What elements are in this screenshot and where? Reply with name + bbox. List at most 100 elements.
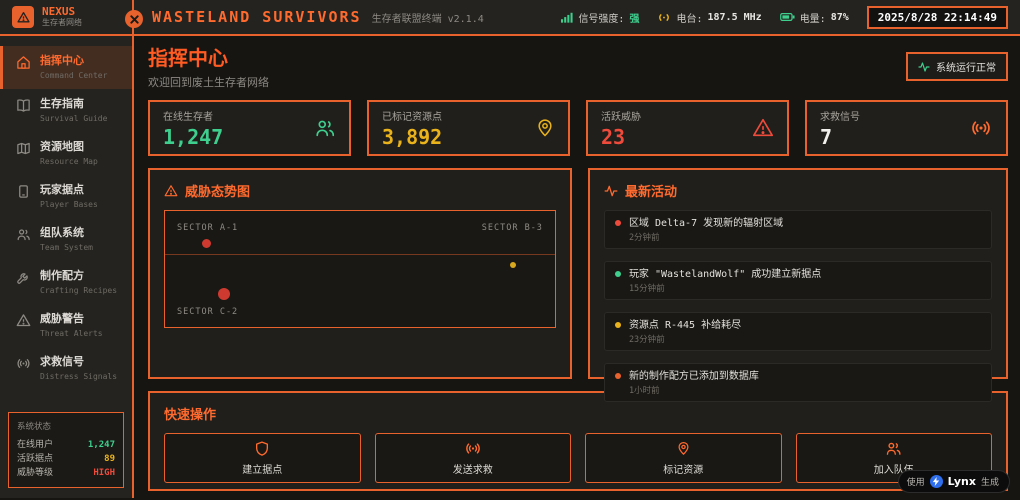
map-gridline xyxy=(165,253,555,255)
clock-display: 2025/8/28 22:14:49 xyxy=(866,5,1008,29)
sidebar-item-player-bases[interactable]: 玩家据点 Player Bases xyxy=(0,175,132,218)
sidebar-item-sublabel: Threat Alerts xyxy=(40,329,103,338)
status-value: HIGH xyxy=(93,468,115,478)
sidebar-item-command-center[interactable]: 指挥中心 Command Center xyxy=(0,46,132,89)
status-value: 1,247 xyxy=(87,440,115,450)
sidebar-item-team-system[interactable]: 组队系统 Team System xyxy=(0,218,132,261)
top-bar: NEXUS 生存者网络 WASTELAND SURVIVORS 生存者联盟终端 … xyxy=(0,0,1020,36)
system-ok-label: 系统运行正常 xyxy=(936,63,996,74)
stat-card-marked-resources[interactable]: 已标记资源点 3,892 xyxy=(367,100,570,156)
broadcast-icon xyxy=(464,440,482,457)
activity-text: 区域 Delta-7 发现新的辐射区域 xyxy=(628,218,784,229)
signal-bars-icon xyxy=(561,12,574,23)
base-building-icon xyxy=(16,184,31,199)
stat-card-active-threats[interactable]: 活跃威胁 23 xyxy=(586,100,789,156)
status-row-active-bases: 活跃据点 89 xyxy=(17,452,115,466)
broadcast-icon xyxy=(969,117,993,139)
activity-dot xyxy=(614,373,621,379)
sidebar-item-sublabel: Command Center xyxy=(40,71,108,80)
activity-text: 资源点 R-445 补给耗尽 xyxy=(628,320,742,331)
stat-card-distress-signals[interactable]: 求救信号 7 xyxy=(805,100,1008,156)
stat-value: 23 xyxy=(601,125,626,149)
battery-icon xyxy=(779,13,795,21)
sidebar-item-label: 组队系统 xyxy=(40,226,84,239)
broadcast-icon xyxy=(16,356,31,371)
sidebar-item-sublabel: Crafting Recipes xyxy=(40,286,118,295)
activity-dot xyxy=(614,322,621,328)
status-label: 威胁等级 xyxy=(17,468,54,478)
activity-time: 1小时前 xyxy=(628,386,660,396)
send-distress-button[interactable]: 发送求救 xyxy=(374,433,571,483)
threat-map[interactable]: SECTOR A-1 SECTOR B-3 SECTOR C-2 xyxy=(164,210,556,328)
users-icon xyxy=(16,227,31,242)
activity-item[interactable]: 资源点 R-445 补给耗尽 23分钟前 xyxy=(603,312,992,351)
stat-label: 在线生存者 xyxy=(163,112,213,123)
sidebar-collapse-button[interactable] xyxy=(125,10,143,28)
pulse-icon xyxy=(918,61,930,73)
badge-suffix: 生成 xyxy=(980,478,999,488)
threat-map-panel: 威胁态势图 SECTOR A-1 SECTOR B-3 SECTOR C-2 xyxy=(148,168,572,379)
status-label: 活跃据点 xyxy=(17,454,54,464)
warning-triangle-icon xyxy=(752,117,774,139)
shield-icon xyxy=(254,440,270,457)
system-ok-button[interactable]: 系统运行正常 xyxy=(906,52,1008,81)
quick-action-label: 标记资源 xyxy=(663,465,704,476)
activity-time: 2分钟前 xyxy=(628,233,660,243)
stat-card-online-survivors[interactable]: 在线生存者 1,247 xyxy=(148,100,351,156)
quick-actions-title: 快速操作 xyxy=(164,408,217,423)
sidebar-item-threat-alerts[interactable]: 威胁警告 Threat Alerts xyxy=(0,304,132,347)
sidebar-item-label: 资源地图 xyxy=(40,140,84,153)
lynx-generator-badge[interactable]: 使用 Lynx 生成 xyxy=(897,470,1010,493)
warning-triangle-icon xyxy=(164,184,178,198)
warning-triangle-icon xyxy=(16,313,31,328)
status-label: 在线用户 xyxy=(17,440,54,450)
sector-label: SECTOR A-1 xyxy=(177,223,239,233)
stat-value: 7 xyxy=(820,125,833,149)
build-base-button[interactable]: 建立据点 xyxy=(164,433,361,483)
sidebar-item-crafting-recipes[interactable]: 制作配方 Crafting Recipes xyxy=(0,261,132,304)
activity-item[interactable]: 区域 Delta-7 发现新的辐射区域 2分钟前 xyxy=(603,210,992,249)
activity-dot xyxy=(614,220,621,226)
threat-dot[interactable] xyxy=(217,287,230,300)
sidebar-item-label: 指挥中心 xyxy=(40,54,84,67)
sidebar-item-sublabel: Player Bases xyxy=(40,200,98,209)
app-title: WASTELAND SURVIVORS xyxy=(152,8,362,26)
warning-triangle-icon xyxy=(16,11,30,22)
status-value: 89 xyxy=(104,454,115,464)
brand-block: NEXUS 生存者网络 xyxy=(0,0,134,34)
sidebar-item-survival-guide[interactable]: 生存指南 Survival Guide xyxy=(0,89,132,132)
sidebar-item-sublabel: Survival Guide xyxy=(40,114,108,123)
activity-panel: 最新活动 区域 Delta-7 发现新的辐射区域 2分钟前 玩家 "Wastel… xyxy=(587,168,1008,402)
quick-actions-panel: 快速操作 建立据点 发送求救 标记资源 加入队伍 xyxy=(148,391,1008,491)
home-icon xyxy=(16,55,31,70)
badge-prefix: 使用 xyxy=(906,478,925,488)
close-icon xyxy=(129,14,139,24)
activity-item[interactable]: 新的制作配方已添加到数据库 1小时前 xyxy=(603,363,992,402)
activity-time: 15分钟前 xyxy=(628,284,665,294)
sidebar-nav: 指挥中心 Command Center 生存指南 Survival Guide … xyxy=(0,36,134,498)
pulse-icon xyxy=(604,184,618,198)
system-status-title: 系统状态 xyxy=(17,422,52,432)
threat-dot[interactable] xyxy=(202,238,212,248)
brand-subtitle: 生存者网络 xyxy=(42,18,82,27)
sector-label: SECTOR B-3 xyxy=(481,223,543,233)
radio-waves-icon xyxy=(659,13,670,21)
sidebar-item-distress-signals[interactable]: 求救信号 Distress Signals xyxy=(0,347,132,390)
book-icon xyxy=(16,98,31,113)
sidebar-item-label: 威胁警告 xyxy=(40,312,84,325)
battery-status: 电量: 87% xyxy=(779,10,849,25)
status-row-online-users: 在线用户 1,247 xyxy=(17,438,115,452)
stat-value: 3,892 xyxy=(382,125,443,149)
brand-name: NEXUS xyxy=(42,5,76,18)
radio-status: 电台: 187.5 MHz xyxy=(657,10,762,25)
sidebar-item-resource-map[interactable]: 资源地图 Resource Map xyxy=(0,132,132,175)
map-pin-icon xyxy=(676,440,691,457)
activity-item[interactable]: 玩家 "WastelandWolf" 成功建立新据点 15分钟前 xyxy=(603,261,992,300)
status-row-threat-level: 威胁等级 HIGH xyxy=(17,466,115,480)
threat-dot[interactable] xyxy=(510,262,517,269)
page-subtitle: 欢迎回到废土生存者网络 xyxy=(148,76,269,89)
sidebar-item-label: 求救信号 xyxy=(40,355,84,368)
sidebar-item-sublabel: Resource Map xyxy=(40,157,98,166)
mark-resource-button[interactable]: 标记资源 xyxy=(585,433,782,483)
activity-text: 玩家 "WastelandWolf" 成功建立新据点 xyxy=(628,269,822,280)
